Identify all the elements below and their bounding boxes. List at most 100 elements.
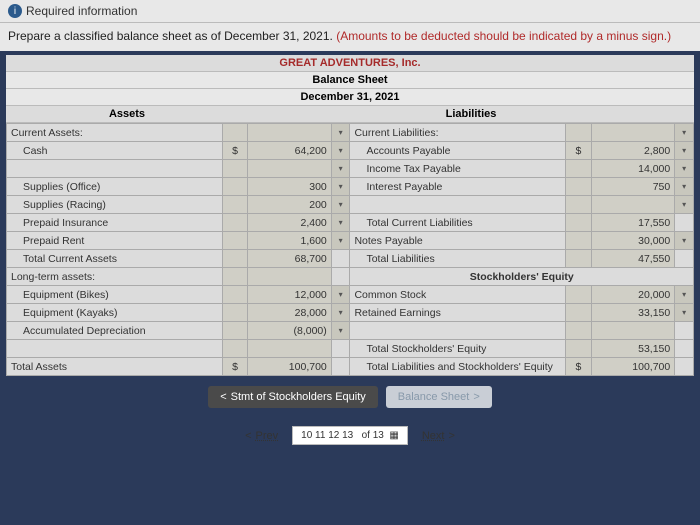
prev-tab-button[interactable]: < Stmt of Stockholders Equity: [208, 386, 378, 408]
table-row: Equipment (Kayaks) 28,000 Retained Earni…: [7, 304, 694, 322]
tab-nav: < Stmt of Stockholders Equity Balance Sh…: [0, 386, 700, 408]
supplies-racing-label[interactable]: Supplies (Racing): [7, 196, 223, 214]
chevron-left-icon: <: [245, 430, 251, 442]
dep-label[interactable]: Accumulated Depreciation: [7, 322, 223, 340]
prompt-hint: (Amounts to be deducted should be indica…: [336, 29, 671, 43]
so-amt[interactable]: 300: [248, 178, 331, 196]
dropdown-icon[interactable]: [331, 178, 350, 196]
current-assets-head: Current Assets:: [7, 124, 223, 142]
tca-label: Total Current Assets: [7, 250, 223, 268]
info-icon: i: [8, 4, 22, 18]
dropdown-icon[interactable]: [675, 232, 694, 250]
next-label: Next: [422, 430, 445, 442]
required-info-bar: i Required information: [0, 0, 700, 23]
prepaid-rent-label[interactable]: Prepaid Rent: [7, 232, 223, 250]
table-row: Equipment (Bikes) 12,000 Common Stock 20…: [7, 286, 694, 304]
next-tab-label: Balance Sheet: [398, 391, 470, 403]
dep-amt[interactable]: (8,000): [248, 322, 331, 340]
dropdown-icon[interactable]: [675, 196, 694, 214]
dropdown-icon[interactable]: [331, 196, 350, 214]
intp-amt[interactable]: 750: [591, 178, 674, 196]
table-row: Prepaid Insurance 2,400 Total Current Li…: [7, 214, 694, 232]
column-headers: Assets Liabilities: [6, 106, 694, 123]
dropdown-icon[interactable]: [675, 142, 694, 160]
liabilities-header: Liabilities: [248, 106, 694, 122]
supplies-office-label[interactable]: Supplies (Office): [7, 178, 223, 196]
cs-label[interactable]: Common Stock: [350, 286, 566, 304]
prev-label: Prev: [256, 430, 279, 442]
table-row: Accumulated Depreciation (8,000): [7, 322, 694, 340]
lta-head: Long-term assets:: [7, 268, 223, 286]
dropdown-icon[interactable]: [331, 160, 350, 178]
table-row: Total Current Assets 68,700 Total Liabil…: [7, 250, 694, 268]
dropdown-icon[interactable]: [331, 214, 350, 232]
itp-label[interactable]: Income Tax Payable: [350, 160, 566, 178]
tse-amt: 53,150: [591, 340, 674, 358]
required-info-text: Required information: [26, 4, 137, 18]
ap-label[interactable]: Accounts Payable: [350, 142, 566, 160]
tlse-label: Total Liabilities and Stockholders' Equi…: [350, 358, 566, 376]
dropdown-icon[interactable]: [675, 124, 694, 142]
dropdown-icon[interactable]: [675, 304, 694, 322]
dropdown-icon[interactable]: [675, 178, 694, 196]
table-row: Prepaid Rent 1,600 Notes Payable 30,000: [7, 232, 694, 250]
itp-amt[interactable]: 14,000: [591, 160, 674, 178]
ta-label: Total Assets: [7, 358, 223, 376]
dropdown-icon[interactable]: [675, 286, 694, 304]
intp-label[interactable]: Interest Payable: [350, 178, 566, 196]
table-row: Current Assets: Current Liabilities:: [7, 124, 694, 142]
table-row: Income Tax Payable 14,000: [7, 160, 694, 178]
cash-label[interactable]: Cash: [7, 142, 223, 160]
balance-table: Current Assets: Current Liabilities: Cas…: [6, 123, 694, 376]
se-header: Stockholders' Equity: [350, 268, 694, 286]
bikes-label[interactable]: Equipment (Bikes): [7, 286, 223, 304]
sr-amt[interactable]: 200: [248, 196, 331, 214]
prev-link[interactable]: < Prev: [245, 430, 278, 442]
pr-amt[interactable]: 1,600: [248, 232, 331, 250]
dropdown-icon[interactable]: [331, 322, 350, 340]
kayaks-label[interactable]: Equipment (Kayaks): [7, 304, 223, 322]
cs-amt[interactable]: 20,000: [591, 286, 674, 304]
cash-amt[interactable]: 64,200: [248, 142, 331, 160]
np-amt[interactable]: 30,000: [591, 232, 674, 250]
page-indicator[interactable]: 10 11 12 13 of 13 ▦: [292, 426, 408, 445]
np-label[interactable]: Notes Payable: [350, 232, 566, 250]
prompt-text: Prepare a classified balance sheet as of…: [8, 29, 336, 43]
dropdown-icon[interactable]: [331, 232, 350, 250]
dropdown-icon[interactable]: [331, 142, 350, 160]
sheet-title: Balance Sheet: [6, 72, 694, 89]
assets-header: Assets: [6, 106, 248, 122]
ap-amt[interactable]: 2,800: [591, 142, 674, 160]
tcl-label: Total Current Liabilities: [350, 214, 566, 232]
pager: < Prev 10 11 12 13 of 13 ▦ Next >: [0, 426, 700, 445]
dropdown-icon[interactable]: [331, 124, 350, 142]
tl-amt: 47,550: [591, 250, 674, 268]
table-row: Supplies (Office) 300 Interest Payable 7…: [7, 178, 694, 196]
sheet-date: December 31, 2021: [6, 89, 694, 106]
chevron-right-icon: >: [473, 391, 479, 403]
instruction-prompt: Prepare a classified balance sheet as of…: [0, 23, 700, 51]
dropdown-icon[interactable]: [675, 160, 694, 178]
prev-tab-label: Stmt of Stockholders Equity: [231, 391, 366, 403]
table-row: Supplies (Racing) 200: [7, 196, 694, 214]
kayaks-amt[interactable]: 28,000: [248, 304, 331, 322]
next-tab-button[interactable]: Balance Sheet >: [386, 386, 492, 408]
tca-amt: 68,700: [248, 250, 331, 268]
chevron-right-icon: >: [448, 430, 454, 442]
bikes-amt[interactable]: 12,000: [248, 286, 331, 304]
grid-icon[interactable]: ▦: [389, 430, 398, 441]
dropdown-icon[interactable]: [331, 304, 350, 322]
table-row: Cash $64,200 Accounts Payable $2,800: [7, 142, 694, 160]
balance-sheet: GREAT ADVENTURES, Inc. Balance Sheet Dec…: [6, 55, 694, 376]
pi-amt[interactable]: 2,400: [248, 214, 331, 232]
company-name: GREAT ADVENTURES, Inc.: [6, 55, 694, 72]
tcl-amt: 17,550: [591, 214, 674, 232]
re-label[interactable]: Retained Earnings: [350, 304, 566, 322]
next-link[interactable]: Next >: [422, 430, 455, 442]
dropdown-icon[interactable]: [331, 286, 350, 304]
table-row: Total Assets $100,700 Total Liabilities …: [7, 358, 694, 376]
re-amt[interactable]: 33,150: [591, 304, 674, 322]
tl-label: Total Liabilities: [350, 250, 566, 268]
ta-amt: 100,700: [248, 358, 331, 376]
prepaid-ins-label[interactable]: Prepaid Insurance: [7, 214, 223, 232]
